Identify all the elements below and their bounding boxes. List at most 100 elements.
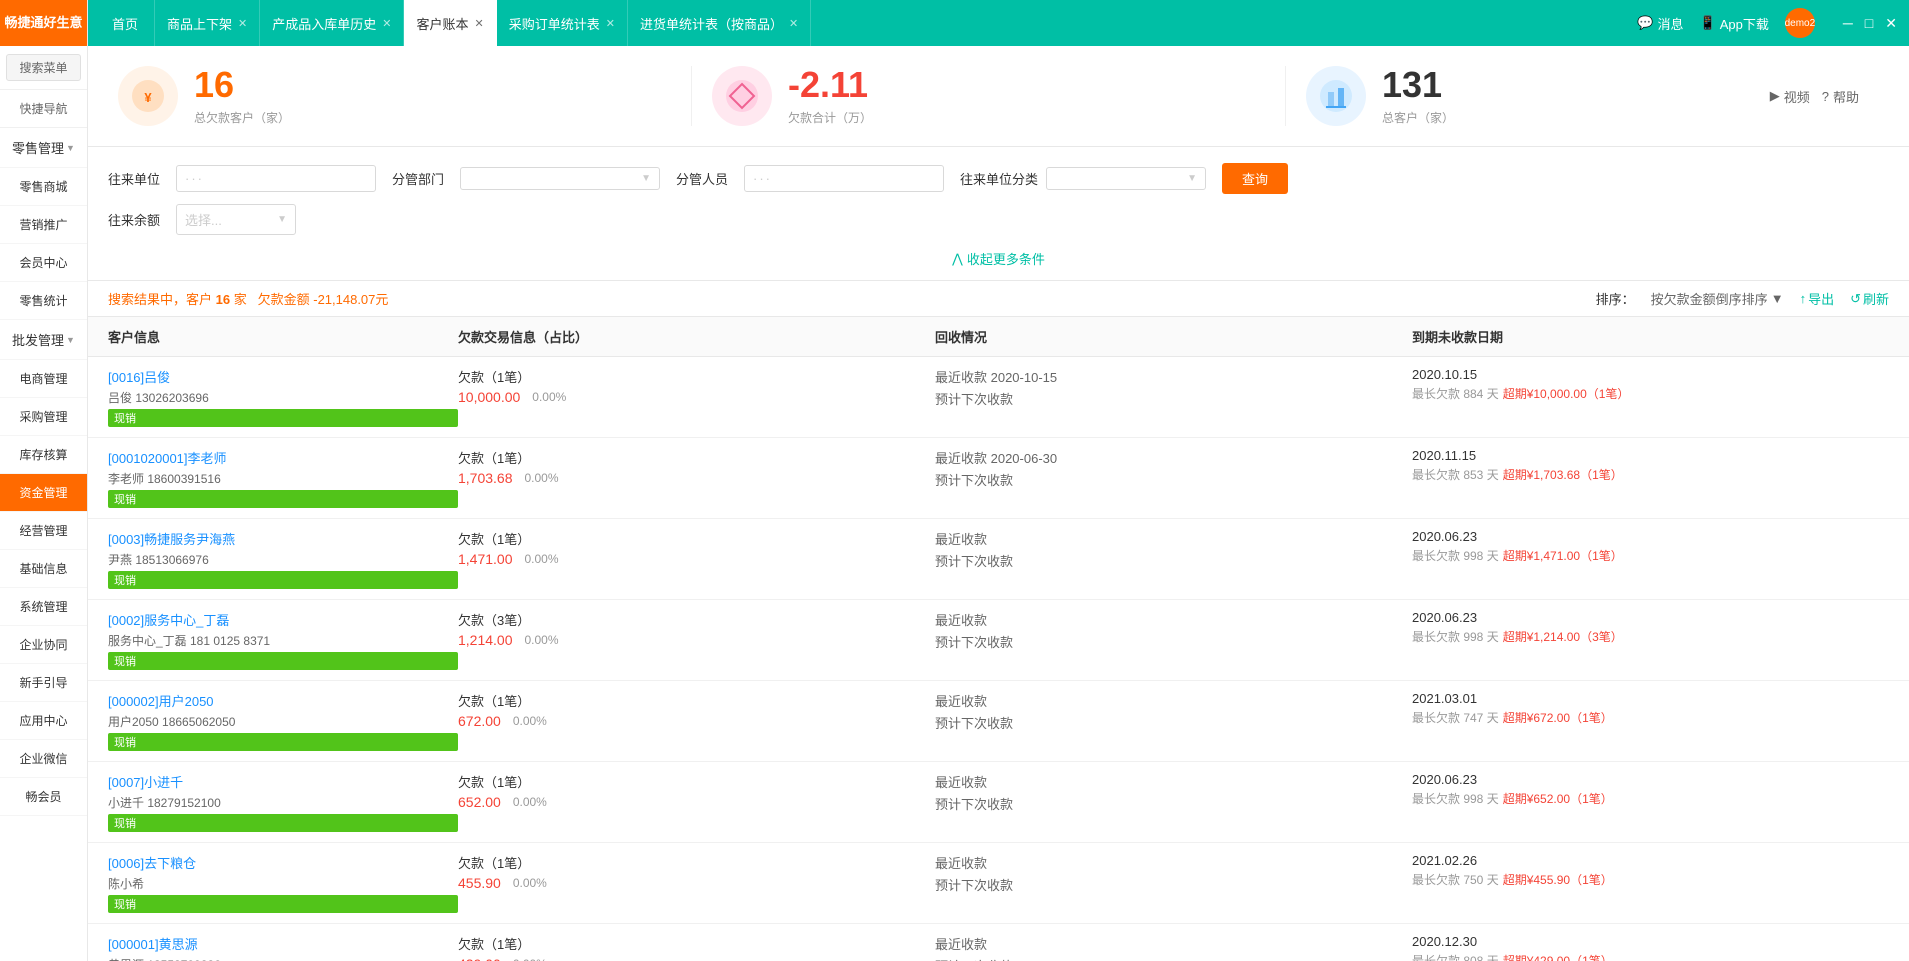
overdue-link[interactable]: 超期¥455.90（1笔） bbox=[1503, 871, 1613, 888]
tab-close-import-stats[interactable]: ✕ bbox=[789, 17, 798, 30]
customer-name-link[interactable]: [000001]黄思源 bbox=[108, 934, 458, 953]
unit-type-label: 往来单位分类 bbox=[960, 169, 1038, 188]
sidebar-item-retail-mall[interactable]: 零售商城 bbox=[0, 168, 87, 206]
sidebar-item-batch-mgmt[interactable]: 批发管理 ▼ bbox=[0, 320, 87, 360]
sidebar-item-business-mgmt[interactable]: 经营管理 bbox=[0, 512, 87, 550]
export-btn[interactable]: ↑ 导出 bbox=[1800, 289, 1835, 308]
sidebar-item-app-center[interactable]: 应用中心 bbox=[0, 702, 87, 740]
chevron-down-icon: ▼ bbox=[641, 173, 651, 184]
video-btn[interactable]: ▶ 视频 bbox=[1770, 87, 1810, 106]
sidebar-item-basic-info[interactable]: 基础信息 bbox=[0, 550, 87, 588]
sidebar-item-retail-stats[interactable]: 零售统计 bbox=[0, 282, 87, 320]
avatar: demo2 bbox=[1785, 8, 1815, 38]
sidebar-item-retail-mgmt[interactable]: 零售管理 ▼ bbox=[0, 128, 87, 168]
tab-purchase-order[interactable]: 采购订单统计表 ✕ bbox=[497, 0, 628, 46]
customer-name-link[interactable]: [0006]去下粮仓 bbox=[108, 853, 458, 872]
balance-select[interactable]: 选择... ▼ bbox=[176, 204, 296, 235]
sidebar-item-enterprise-wechat[interactable]: 企业微信 bbox=[0, 740, 87, 778]
quick-nav-btn[interactable]: 快捷导航 bbox=[0, 90, 87, 128]
topbar: 首页 商品上下架 ✕ 产成品入库单历史 ✕ 客户账本 ✕ 采购订单统计表 ✕ 进… bbox=[88, 0, 1909, 46]
debt-count: 欠款（1笔） bbox=[458, 853, 935, 872]
overdue-row: 最长欠款 998 天 超期¥652.00（1笔） bbox=[1412, 790, 1889, 807]
overdue-due-date: 2020.06.23 bbox=[1412, 610, 1889, 625]
overdue-days: 最长欠款 998 天 bbox=[1412, 628, 1499, 645]
download-icon: 📱 bbox=[1700, 15, 1716, 31]
overdue-link[interactable]: 超期¥1,214.00（3笔） bbox=[1503, 628, 1623, 645]
sidebar-item-vip-member[interactable]: 畅会员 bbox=[0, 778, 87, 816]
customer-name-link[interactable]: [0007]小进千 bbox=[108, 772, 458, 791]
table-row: [000001]黄思源 黄思源 13552700226 现销 欠款（1笔） 42… bbox=[88, 924, 1909, 961]
tab-home[interactable]: 首页 bbox=[96, 0, 155, 46]
customer-phone: 黄思源 13552700226 bbox=[108, 956, 458, 961]
overdue-link[interactable]: 超期¥10,000.00（1笔） bbox=[1503, 385, 1630, 402]
overdue-due-date: 2020.06.23 bbox=[1412, 529, 1889, 544]
overdue-days: 最长欠款 747 天 bbox=[1412, 709, 1499, 726]
search-menu-btn[interactable]: 搜索菜单 bbox=[6, 54, 81, 81]
refresh-btn[interactable]: ↺ 刷新 bbox=[1850, 289, 1889, 308]
debt-amount: 652.00 bbox=[458, 794, 501, 810]
debt-percent: 0.00% bbox=[525, 633, 559, 647]
source-unit-input[interactable]: ··· bbox=[176, 165, 376, 192]
overdue-link[interactable]: 超期¥652.00（1笔） bbox=[1503, 790, 1613, 807]
filter-row-2: 往来余额 选择... ▼ bbox=[108, 204, 1889, 235]
message-btn[interactable]: 💬 消息 bbox=[1637, 14, 1683, 33]
debt-amount: 455.90 bbox=[458, 875, 501, 891]
overdue-link[interactable]: 超期¥429.00（1笔） bbox=[1503, 952, 1613, 961]
overdue-link[interactable]: 超期¥1,703.68（1笔） bbox=[1503, 466, 1623, 483]
customer-name-link[interactable]: [0002]服务中心_丁磊 bbox=[108, 610, 458, 629]
total-customers-label: 总客户（家） bbox=[1382, 109, 1454, 126]
customer-tag: 现销 bbox=[108, 895, 458, 913]
app-download-btn[interactable]: 📱 App下载 bbox=[1700, 14, 1769, 33]
sidebar-item-finance[interactable]: 资金管理 bbox=[0, 474, 87, 512]
sort-select[interactable]: 按欠款金额倒序排序 ▼ bbox=[1651, 289, 1784, 308]
overdue-link[interactable]: 超期¥672.00（1笔） bbox=[1503, 709, 1613, 726]
tab-customer-account[interactable]: 客户账本 ✕ bbox=[404, 0, 496, 46]
sidebar-item-member-center[interactable]: 会员中心 bbox=[0, 244, 87, 282]
unit-type-select[interactable]: ▼ bbox=[1046, 167, 1206, 190]
sidebar-item-ecommerce[interactable]: 电商管理 bbox=[0, 360, 87, 398]
customer-name-link[interactable]: [0003]畅捷服务尹海燕 bbox=[108, 529, 458, 548]
sidebar-item-inventory[interactable]: 库存核算 bbox=[0, 436, 87, 474]
sidebar-item-purchase-mgmt[interactable]: 采购管理 bbox=[0, 398, 87, 436]
debt-count: 欠款（1笔） bbox=[458, 691, 935, 710]
sidebar-item-new-guide[interactable]: 新手引导 bbox=[0, 664, 87, 702]
customer-name-link[interactable]: [0001020001]李老师 bbox=[108, 448, 458, 467]
table-row: [0006]去下粮仓 陈小希 现销 欠款（1笔） 455.90 0.00% 最近… bbox=[88, 843, 1909, 924]
dept-label: 分管部门 bbox=[392, 169, 452, 188]
overdue-link[interactable]: 超期¥1,471.00（1笔） bbox=[1503, 547, 1623, 564]
customer-name-link[interactable]: [0016]吕俊 bbox=[108, 367, 458, 386]
table-header: 客户信息 欠款交易信息（占比） 回收情况 到期未收款日期 bbox=[88, 317, 1909, 357]
person-input[interactable]: ··· bbox=[744, 165, 944, 192]
tab-close-customer-account[interactable]: ✕ bbox=[475, 17, 484, 30]
tab-close-production-history[interactable]: ✕ bbox=[382, 17, 391, 30]
customer-phone: 陈小希 bbox=[108, 875, 458, 892]
svg-text:¥: ¥ bbox=[144, 90, 152, 105]
query-button[interactable]: 查询 bbox=[1222, 163, 1288, 194]
tab-import-stats[interactable]: 进货单统计表（按商品） ✕ bbox=[628, 0, 811, 46]
restore-btn[interactable]: □ bbox=[1861, 15, 1877, 32]
overdue-row: 最长欠款 808 天 超期¥429.00（1笔） bbox=[1412, 952, 1889, 961]
debt-percent: 0.00% bbox=[513, 714, 547, 728]
tab-close-purchase-order[interactable]: ✕ bbox=[606, 17, 615, 30]
sidebar-item-marketing[interactable]: 营销推广 bbox=[0, 206, 87, 244]
help-btn[interactable]: ? 帮助 bbox=[1822, 87, 1859, 106]
debt-info-cell: 欠款（1笔） 455.90 0.00% bbox=[458, 853, 935, 891]
chevron-down-icon: ▼ bbox=[1771, 291, 1784, 306]
dept-select[interactable]: ▼ bbox=[460, 167, 660, 190]
minimize-btn[interactable]: ─ bbox=[1839, 15, 1857, 32]
sidebar-item-enterprise-collab[interactable]: 企业协同 bbox=[0, 626, 87, 664]
tab-product-off[interactable]: 商品上下架 ✕ bbox=[155, 0, 260, 46]
collapse-filters-btn[interactable]: ⋀ 收起更多条件 bbox=[108, 245, 1889, 272]
recovery-info-cell: 最近收款 预计下次收款 bbox=[935, 772, 1412, 813]
sidebar-item-system-mgmt[interactable]: 系统管理 bbox=[0, 588, 87, 626]
close-btn[interactable]: ✕ bbox=[1881, 15, 1901, 32]
overdue-due-date: 2021.02.26 bbox=[1412, 853, 1889, 868]
user-avatar-btn[interactable]: demo2 bbox=[1785, 8, 1815, 38]
sidebar: 畅捷通好生意 搜索菜单 快捷导航 零售管理 ▼ 零售商城 营销推广 会员中心 零… bbox=[0, 0, 88, 961]
table-row: [0003]畅捷服务尹海燕 尹燕 18513066976 现销 欠款（1笔） 1… bbox=[88, 519, 1909, 600]
page-content: ¥ 16 总欠款客户（家） -2.11 欠款合计（ bbox=[88, 46, 1909, 961]
tab-production-history[interactable]: 产成品入库单历史 ✕ bbox=[260, 0, 404, 46]
customer-name-link[interactable]: [000002]用户2050 bbox=[108, 691, 458, 710]
total-debt-number: -2.11 bbox=[788, 67, 872, 103]
tab-close-product-off[interactable]: ✕ bbox=[238, 17, 247, 30]
